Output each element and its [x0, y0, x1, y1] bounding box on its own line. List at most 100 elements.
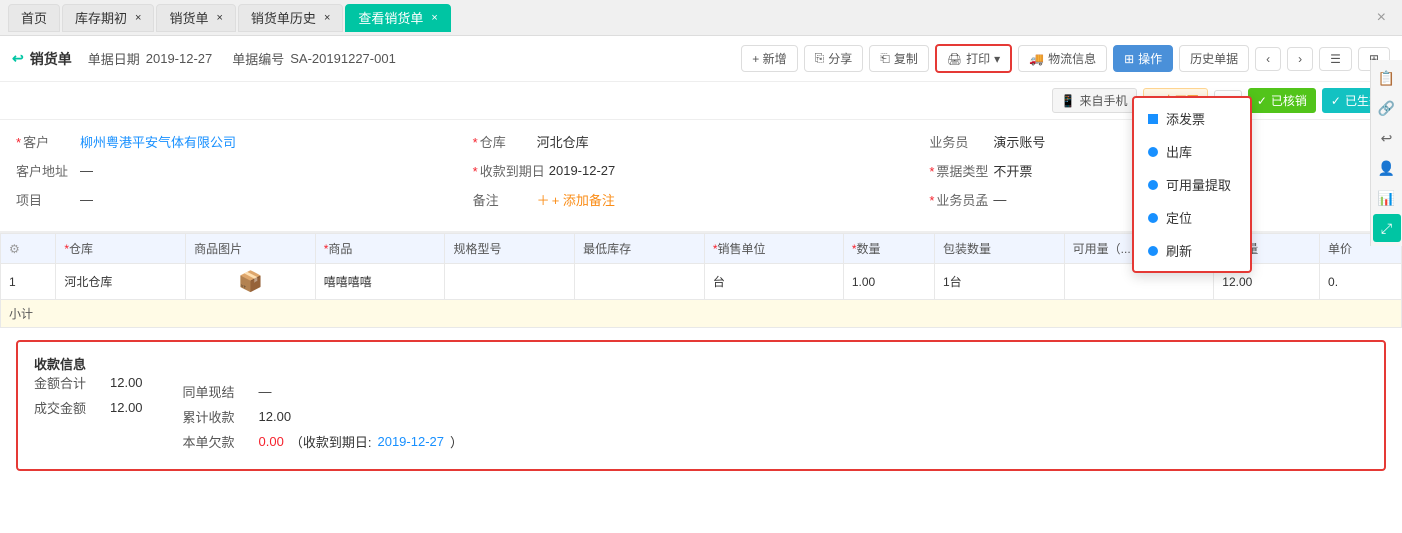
- same-order-row: 同单现结 —: [183, 382, 463, 401]
- history-label: 历史单据: [1190, 50, 1238, 67]
- total-label: 金额合计: [34, 373, 104, 392]
- right-sidebar: 📋 🔗 ↩ 👤 📊 ⤢: [1370, 60, 1402, 246]
- tab-home-label: 首页: [21, 8, 47, 27]
- dropdown-available-qty[interactable]: 可用量提取: [1134, 168, 1250, 201]
- doc-date-section: 单据日期 2019-12-27: [88, 49, 213, 68]
- cell-warehouse: 河北仓库: [56, 264, 186, 300]
- sidebar-chart-icon[interactable]: 📊: [1373, 184, 1401, 212]
- address-field: 客户地址 —: [16, 161, 473, 180]
- available-qty-label: 可用量提取: [1166, 175, 1231, 194]
- plus-icon: ＋: [537, 190, 550, 209]
- tab-sales-close[interactable]: ×: [216, 12, 222, 24]
- ticket-value: 不开票: [993, 161, 1032, 180]
- th-spec: 规格型号: [445, 234, 575, 264]
- dropdown-add-invoice[interactable]: 添发票: [1134, 102, 1250, 135]
- tab-history-close[interactable]: ×: [324, 12, 330, 24]
- sidebar-return-icon[interactable]: ↩: [1373, 124, 1401, 152]
- cell-image: 📦: [186, 264, 316, 300]
- sidebar-notes-icon[interactable]: 📋: [1373, 64, 1401, 92]
- remark-add-label: + 添加备注: [552, 190, 615, 209]
- cumulative-label: 累计收款: [183, 407, 253, 426]
- sidebar-link-icon[interactable]: 🔗: [1373, 94, 1401, 122]
- new-button[interactable]: + 新增: [741, 45, 797, 72]
- ticket-label: 票据类型: [929, 161, 989, 180]
- history-button[interactable]: 历史单据: [1179, 45, 1249, 72]
- logistics-icon: 🚚: [1029, 52, 1044, 66]
- tab-history[interactable]: 销货单历史 ×: [238, 4, 343, 32]
- cell-min-stock: [575, 264, 705, 300]
- tab-inventory-close[interactable]: ×: [135, 12, 141, 24]
- owe-value: 0.00: [259, 434, 284, 449]
- tab-home[interactable]: 首页: [8, 4, 60, 32]
- logistics-button[interactable]: 🚚 物流信息: [1018, 45, 1107, 72]
- dropdown-locate[interactable]: 定位: [1134, 201, 1250, 234]
- operate-label: 操作: [1138, 50, 1162, 67]
- next-button[interactable]: ›: [1287, 47, 1313, 71]
- print-button[interactable]: 🖨 打印 ▾: [935, 44, 1012, 73]
- print-label: 打印: [966, 50, 990, 67]
- sold-button[interactable]: ✓ 已核销: [1248, 88, 1316, 113]
- remark-add-button[interactable]: ＋ + 添加备注: [537, 190, 615, 209]
- cumulative-row: 累计收款 12.00: [183, 407, 463, 426]
- cell-unit: 台: [704, 264, 843, 300]
- operate-button[interactable]: ⊞ 操作: [1113, 45, 1173, 72]
- product-image: 📦: [238, 271, 263, 293]
- payment-info: 收款信息 金额合计 12.00 成交金额 12.00 同单现结 — 累计收款 1…: [16, 340, 1386, 471]
- sidebar-user-icon[interactable]: 👤: [1373, 154, 1401, 182]
- dropdown-out-warehouse[interactable]: 出库: [1134, 135, 1250, 168]
- tab-bar: 首页 库存期初 × 销货单 × 销货单历史 × 查看销货单 × ×: [0, 0, 1402, 36]
- doc-actions: + 新增 ⎘ 分享 ⎗ 复制 🖨 打印 ▾ 🚚 物流信息: [741, 44, 1390, 73]
- deal-row: 成交金额 12.00: [34, 398, 143, 417]
- tab-view-sales-close[interactable]: ×: [431, 12, 437, 24]
- sidebar-expand-icon[interactable]: ⤢: [1373, 214, 1401, 242]
- copy-button[interactable]: ⎗ 复制: [869, 45, 929, 72]
- customer-value[interactable]: 柳州粤港平安气体有限公司: [80, 132, 236, 151]
- from-mobile-icon: 📱: [1061, 94, 1076, 108]
- staff-label: 业务员: [929, 132, 989, 151]
- warehouse-label: 仓库: [473, 132, 533, 151]
- tab-history-label: 销货单历史: [251, 8, 316, 27]
- th-min-stock: 最低库存: [575, 234, 705, 264]
- doc-type-label: 销货单: [30, 49, 72, 69]
- doc-header: ↩ 销货单 单据日期 2019-12-27 单据编号 SA-20191227-0…: [0, 36, 1402, 82]
- prev-button[interactable]: ‹: [1255, 47, 1281, 71]
- locate-label: 定位: [1166, 208, 1192, 227]
- add-invoice-icon: [1148, 114, 1158, 124]
- th-image: 商品图片: [186, 234, 316, 264]
- address-value: —: [80, 163, 93, 178]
- tab-view-sales[interactable]: 查看销货单 ×: [345, 4, 450, 32]
- copy-icon: ⎗: [880, 51, 890, 66]
- due-date-value: 2019-12-27: [549, 163, 616, 178]
- tab-inventory[interactable]: 库存期初 ×: [62, 4, 154, 32]
- th-package-qty: 包装数量: [934, 234, 1064, 264]
- th-unit: *销售单位: [704, 234, 843, 264]
- tab-view-sales-label: 查看销货单: [358, 8, 423, 27]
- deal-value: 12.00: [110, 400, 143, 415]
- dropdown-refresh[interactable]: 刷新: [1134, 234, 1250, 267]
- staff-value: 演示账号: [993, 132, 1045, 151]
- close-all-button[interactable]: ×: [1369, 9, 1394, 27]
- share-icon: ⎘: [815, 51, 825, 66]
- tab-sales[interactable]: 销货单 ×: [156, 4, 235, 32]
- th-settings[interactable]: ⚙: [1, 234, 56, 264]
- locate-icon: [1148, 213, 1158, 223]
- owe-note: （收款到期日:: [290, 432, 372, 451]
- settings-icon[interactable]: ⚙: [9, 242, 20, 256]
- address-label: 客户地址: [16, 161, 76, 180]
- remark-label: 备注: [473, 190, 533, 209]
- share-button[interactable]: ⎘ 分享: [804, 45, 864, 72]
- from-mobile-button[interactable]: 📱 来自手机: [1052, 88, 1137, 113]
- warehouse-field: 仓库 河北仓库: [473, 132, 930, 151]
- subtotal-row: 小计: [1, 300, 1402, 328]
- doc-type-icon: ↩: [12, 50, 24, 67]
- owe-suffix: ）: [450, 432, 463, 451]
- payment-title: 收款信息: [34, 354, 143, 373]
- customer-label: 客户: [16, 132, 76, 151]
- refresh-label: 刷新: [1166, 241, 1192, 260]
- owe-date: 2019-12-27: [377, 434, 444, 449]
- due-date-field: 收款到期日 2019-12-27: [473, 161, 930, 180]
- customer-field: 客户 柳州粤港平安气体有限公司: [16, 132, 473, 151]
- available-qty-icon: [1148, 180, 1158, 190]
- list-view-button[interactable]: ☰: [1319, 47, 1352, 71]
- check-icon: ✓: [1257, 94, 1267, 108]
